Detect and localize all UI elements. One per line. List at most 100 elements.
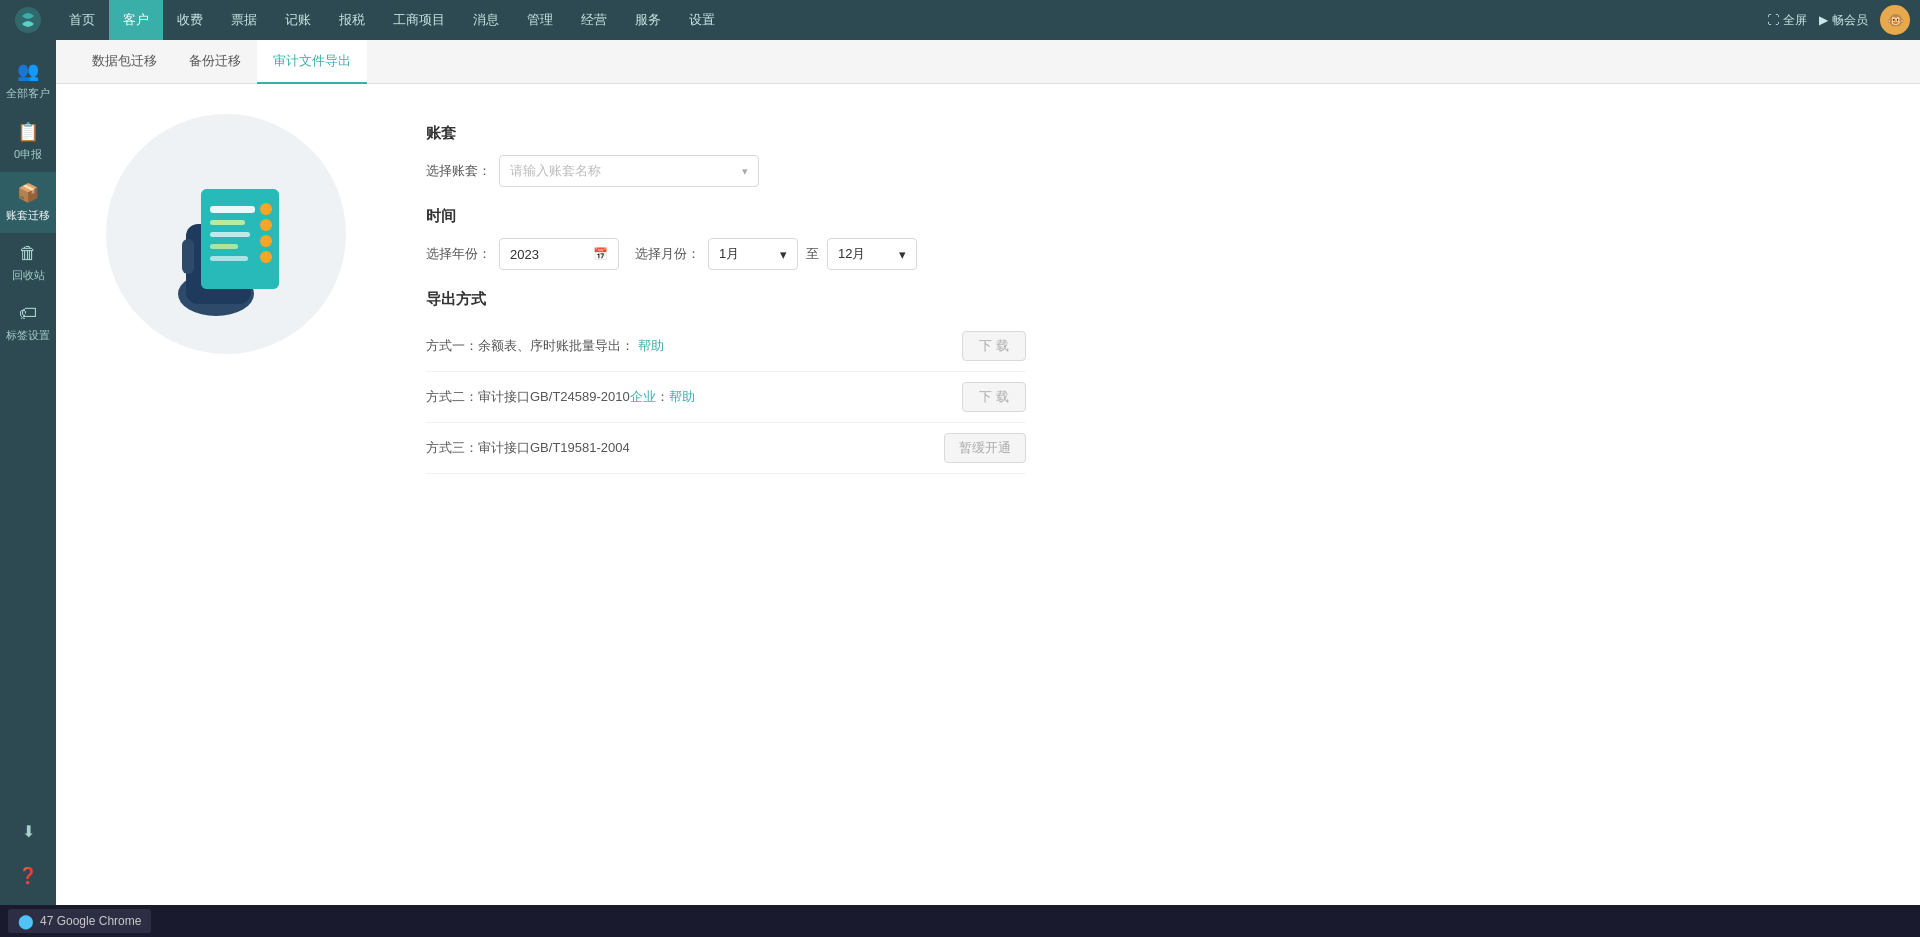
form-area: 账套 选择账套： 请输入账套名称 ▾ 时间 选择年份： 2023 📅: [426, 114, 1026, 474]
svg-rect-6: [210, 206, 255, 213]
sidebar-item-label-tags: 标签设置: [6, 328, 50, 343]
export-method-2-text: 方式二：审计接口GB/T24589-2010: [426, 389, 630, 404]
nav-business[interactable]: 工商项目: [379, 0, 459, 40]
tab-backup-migration[interactable]: 备份迁移: [173, 40, 257, 84]
month-label: 选择月份：: [635, 245, 700, 263]
vip-label: 畅会员: [1832, 12, 1868, 29]
taskbar-chrome-label: 47 Google Chrome: [40, 914, 141, 928]
tab-data-migration[interactable]: 数据包迁移: [76, 40, 173, 84]
vip-icon: ▶: [1819, 13, 1828, 27]
taskbar: ⬤ 47 Google Chrome: [0, 905, 1920, 937]
month-end-value: 12月: [838, 245, 865, 263]
export-method-3-open-button[interactable]: 暂缓开通: [944, 433, 1026, 463]
export-method-1-text: 方式一：余额表、序时账批量导出：: [426, 338, 634, 353]
sidebar-item-label-migration: 账套迁移: [6, 208, 50, 223]
illustration-area: [86, 114, 366, 354]
all-clients-icon: 👥: [17, 60, 39, 82]
vip-button[interactable]: ▶ 畅会员: [1819, 12, 1868, 29]
nav-operation[interactable]: 经营: [567, 0, 621, 40]
sidebar: 👥 全部客户 📋 0申报 📦 账套迁移 🗑 回收站 🏷 标签设置 ⬇ ❓: [0, 40, 56, 905]
svg-point-0: [15, 7, 41, 33]
sidebar-item-recycle[interactable]: 🗑 回收站: [0, 233, 56, 293]
export-method-1-row: 方式一：余额表、序时账批量导出： 帮助 下 载: [426, 321, 1026, 372]
fullscreen-button[interactable]: ⛶ 全屏: [1767, 12, 1807, 29]
nav-settings[interactable]: 设置: [675, 0, 729, 40]
export-method-1-label: 方式一：余额表、序时账批量导出： 帮助: [426, 337, 962, 355]
svg-point-11: [260, 203, 272, 215]
content-area: 数据包迁移 备份迁移 审计文件导出: [56, 40, 1920, 905]
svg-rect-9: [210, 244, 238, 249]
sidebar-item-label-recycle: 回收站: [12, 268, 45, 283]
sidebar-item-zero-declare[interactable]: 📋 0申报: [0, 111, 56, 172]
export-method-3-row: 方式三：审计接口GB/T19581-2004 暂缓开通: [426, 423, 1026, 474]
month-start-value: 1月: [719, 245, 739, 263]
nav-charge[interactable]: 收费: [163, 0, 217, 40]
nav-home[interactable]: 首页: [55, 0, 109, 40]
tab-audit-export[interactable]: 审计文件导出: [257, 40, 367, 84]
fullscreen-icon: ⛶: [1767, 13, 1779, 27]
export-method-3-label: 方式三：审计接口GB/T19581-2004: [426, 439, 944, 457]
month-end-select[interactable]: 12月 ▾: [827, 238, 917, 270]
sidebar-item-migration[interactable]: 📦 账套迁移: [0, 172, 56, 233]
svg-rect-10: [210, 256, 248, 261]
taskbar-chrome-item[interactable]: ⬤ 47 Google Chrome: [8, 909, 151, 933]
export-method-2-download-button[interactable]: 下 载: [962, 382, 1026, 412]
top-nav: 首页 客户 收费 票据 记账 报税 工商项目 消息 管理 经营 服务 设置 ⛶ …: [0, 0, 1920, 40]
illustration-circle: [106, 114, 346, 354]
export-method-2-row: 方式二：审计接口GB/T24589-2010企业：帮助 下 载: [426, 372, 1026, 423]
app-logo: [0, 0, 55, 40]
account-form-row: 选择账套： 请输入账套名称 ▾: [426, 155, 1026, 187]
nav-tax[interactable]: 报税: [325, 0, 379, 40]
account-select-chevron-icon: ▾: [742, 165, 748, 178]
sub-tabs: 数据包迁移 备份迁移 审计文件导出: [56, 40, 1920, 84]
month-start-select[interactable]: 1月 ▾: [708, 238, 798, 270]
month-end-chevron-icon: ▾: [899, 247, 906, 262]
avatar[interactable]: 🐵: [1880, 5, 1910, 35]
main-layout: 👥 全部客户 📋 0申报 📦 账套迁移 🗑 回收站 🏷 标签设置 ⬇ ❓ 数据包…: [0, 40, 1920, 905]
account-select-label: 选择账套：: [426, 162, 491, 180]
time-form-row: 选择年份： 2023 📅 选择月份： 1月 ▾ 至 12月 ▾: [426, 238, 1026, 270]
year-input[interactable]: 2023 📅: [499, 238, 619, 270]
nav-invoice[interactable]: 票据: [217, 0, 271, 40]
sidebar-item-label-declare: 0申报: [14, 147, 42, 162]
nav-bookkeeping[interactable]: 记账: [271, 0, 325, 40]
sidebar-item-label-clients: 全部客户: [6, 86, 50, 101]
nav-items: 首页 客户 收费 票据 记账 报税 工商项目 消息 管理 经营 服务 设置: [55, 0, 729, 40]
nav-message[interactable]: 消息: [459, 0, 513, 40]
export-method-1-download-button[interactable]: 下 载: [962, 331, 1026, 361]
fullscreen-label: 全屏: [1783, 12, 1807, 29]
recycle-icon: 🗑: [19, 243, 37, 264]
export-method-2-company-link[interactable]: 企业: [630, 389, 656, 404]
sidebar-item-tags[interactable]: 🏷 标签设置: [0, 293, 56, 353]
svg-rect-3: [182, 239, 194, 274]
year-value: 2023: [510, 247, 539, 262]
tags-icon: 🏷: [19, 303, 37, 324]
svg-point-12: [260, 219, 272, 231]
sidebar-bottom-help[interactable]: ❓: [0, 855, 56, 895]
zero-declare-icon: 📋: [17, 121, 39, 143]
export-method-1-help-link[interactable]: 帮助: [638, 338, 664, 353]
migration-icon: 📦: [17, 182, 39, 204]
account-select[interactable]: 请输入账套名称 ▾: [499, 155, 759, 187]
svg-point-13: [260, 235, 272, 247]
account-section-title: 账套: [426, 124, 1026, 143]
nav-client[interactable]: 客户: [109, 0, 163, 40]
svg-rect-8: [210, 232, 250, 237]
svg-point-14: [260, 251, 272, 263]
to-label: 至: [806, 245, 819, 263]
nav-service[interactable]: 服务: [621, 0, 675, 40]
nav-right: ⛶ 全屏 ▶ 畅会员 🐵: [1767, 5, 1910, 35]
time-section-title: 时间: [426, 207, 1026, 226]
year-label: 选择年份：: [426, 245, 491, 263]
sidebar-bottom-download[interactable]: ⬇: [0, 811, 56, 851]
illustration-svg: [136, 134, 316, 334]
export-section-title: 导出方式: [426, 290, 1026, 309]
nav-manage[interactable]: 管理: [513, 0, 567, 40]
export-method-2-help-link[interactable]: 帮助: [669, 389, 695, 404]
account-select-placeholder: 请输入账套名称: [510, 162, 601, 180]
chrome-icon: ⬤: [18, 913, 34, 929]
sidebar-item-all-clients[interactable]: 👥 全部客户: [0, 50, 56, 111]
export-method-3-text: 方式三：审计接口GB/T19581-2004: [426, 440, 630, 455]
export-method-2-label: 方式二：审计接口GB/T24589-2010企业：帮助: [426, 388, 962, 406]
sidebar-bottom: ⬇ ❓: [0, 811, 56, 905]
